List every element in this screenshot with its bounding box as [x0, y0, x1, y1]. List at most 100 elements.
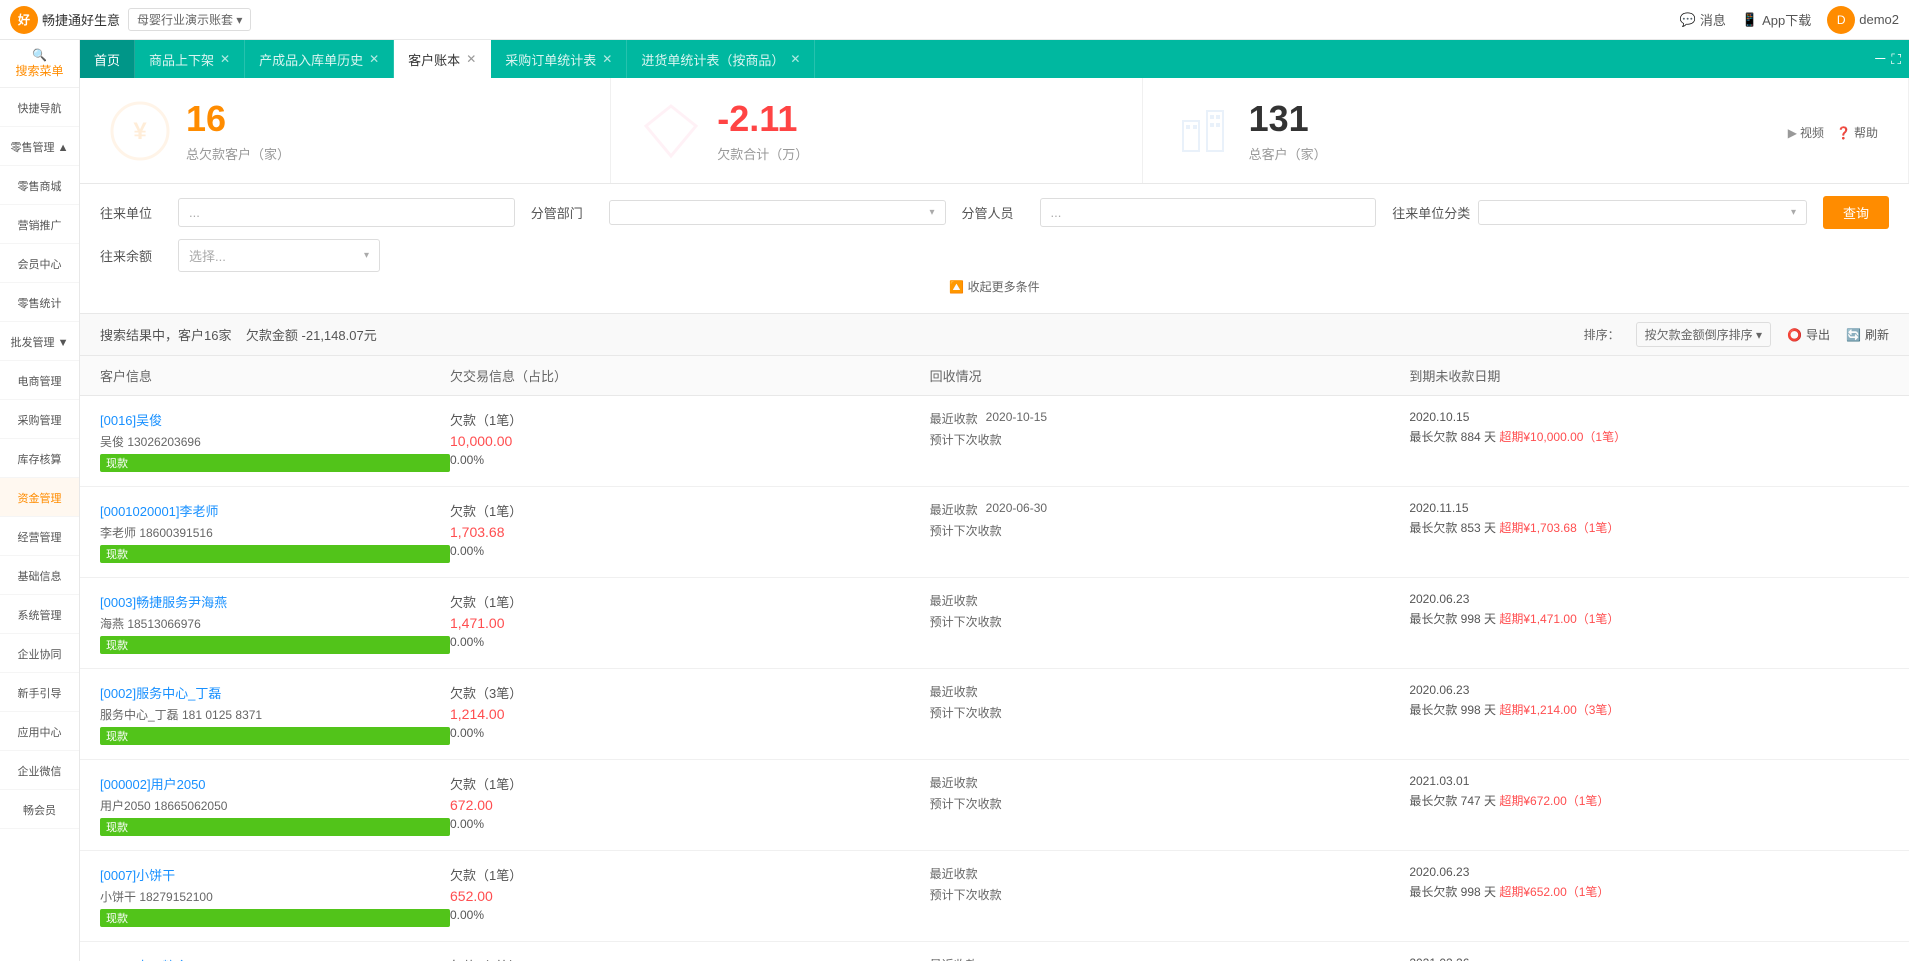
dept-select[interactable]: ▾ [609, 200, 946, 225]
customer-name-0006[interactable]: [0006]去下粮仓 [100, 956, 450, 961]
debt-amount-0003[interactable]: 1,471.00 [450, 615, 930, 631]
stat1-number: 16 [186, 98, 290, 140]
customer-phone-0001020001: 李老师 18600391516 [100, 524, 450, 541]
next-collect-row-0002: 预计下次收款 [930, 704, 1410, 721]
overdue-amount-000002[interactable]: 超期¥672.00（1笔） [1499, 794, 1609, 808]
debt-amount-0001020001[interactable]: 1,703.68 [450, 524, 930, 540]
nav-expand-icon[interactable]: ⛶ [1891, 51, 1901, 68]
ecommerce-label: 电商管理 [4, 373, 75, 389]
tab-purchase-order-stats-close[interactable]: ✕ [602, 52, 612, 66]
sidebar-item-wholesale[interactable]: 批发管理 ▼ [0, 322, 79, 361]
app-center-label: 应用中心 [4, 724, 75, 740]
overdue-amount-0016[interactable]: 超期¥10,000.00（1笔） [1499, 430, 1626, 444]
sidebar-item-corp-wechat[interactable]: 企业微信 [0, 751, 79, 790]
message-btn[interactable]: 💬 消息 [1680, 10, 1726, 29]
filter-source-unit: 往来单位 ... [100, 198, 515, 227]
next-collect-row-000002: 预计下次收款 [930, 795, 1410, 812]
stat3-text: 131 总客户（家） [1249, 98, 1327, 163]
debt-count-0016: 欠款（1笔） [450, 410, 930, 429]
query-button[interactable]: 查询 [1823, 196, 1889, 229]
sidebar-item-system[interactable]: 系统管理 [0, 595, 79, 634]
customer-name-000002[interactable]: [000002]用户2050 [100, 774, 450, 793]
refresh-label: 刷新 [1865, 326, 1889, 343]
sidebar-item-quick-nav[interactable]: 快捷导航 [0, 88, 79, 127]
sidebar-search[interactable]: 🔍 搜索菜单 [0, 40, 79, 88]
sidebar-item-retail-mgmt[interactable]: 零售管理 ▲ [0, 127, 79, 166]
debt-amount-0007[interactable]: 652.00 [450, 888, 930, 904]
dept-label: 分管部门 [531, 203, 601, 222]
sidebar-item-ecommerce[interactable]: 电商管理 [0, 361, 79, 400]
due-overdue-0001020001: 最长欠款 853 天 超期¥1,703.68（1笔） [1409, 519, 1889, 536]
sidebar-item-base-info[interactable]: 基础信息 [0, 556, 79, 595]
overdue-amount-0002[interactable]: 超期¥1,214.00（3笔） [1499, 703, 1619, 717]
overdue-amount-0007[interactable]: 超期¥652.00（1笔） [1499, 885, 1609, 899]
debt-amount-0016[interactable]: 10,000.00 [450, 433, 930, 449]
top-bar: 好 畅捷通好生意 母婴行业演示账套 ▾ 💬 消息 📱 App下载 D demo2 [0, 0, 1909, 40]
table-row: [0006]去下粮仓 陈小希 现款 欠款（1笔） 455.90 0.00% 最近… [80, 942, 1909, 961]
sidebar-item-finance[interactable]: 资金管理 [0, 478, 79, 517]
customer-info-0001020001: [0001020001]李老师 李老师 18600391516 现款 [100, 501, 450, 563]
avatar: D [1827, 6, 1855, 34]
customer-name-0016[interactable]: [0016]吴俊 [100, 410, 450, 429]
customer-name-0007[interactable]: [0007]小饼干 [100, 865, 450, 884]
due-overdue-0007: 最长欠款 998 天 超期¥652.00（1笔） [1409, 883, 1889, 900]
customer-name-0003[interactable]: [0003]畅捷服务尹海燕 [100, 592, 450, 611]
tab-product-listing-close[interactable]: ✕ [220, 52, 230, 66]
refresh-btn[interactable]: 🔄 刷新 [1846, 326, 1889, 343]
sidebar-item-operation[interactable]: 经营管理 [0, 517, 79, 556]
user-avatar-area[interactable]: D demo2 [1827, 6, 1899, 34]
stat1-label: 总欠款客户（家） [186, 144, 290, 163]
store-selector[interactable]: 母婴行业演示账套 ▾ [128, 8, 251, 31]
nav-minus-icon[interactable]: － [1873, 49, 1887, 69]
sidebar-item-marketing[interactable]: 营销推广 [0, 205, 79, 244]
tab-production-history-close[interactable]: ✕ [369, 52, 379, 66]
video-btn[interactable]: ▶ 视频 [1788, 124, 1824, 141]
due-overdue-0003: 最长欠款 998 天 超期¥1,471.00（1笔） [1409, 610, 1889, 627]
debt-amount-000002[interactable]: 672.00 [450, 797, 930, 813]
tab-home[interactable]: 首页 [80, 40, 135, 78]
sidebar-item-retail-mall[interactable]: 零售商城 [0, 166, 79, 205]
app-download-btn[interactable]: 📱 App下载 [1742, 10, 1811, 29]
col-header-debt: 欠交易信息（占比） [450, 366, 930, 385]
sidebar-item-newbie[interactable]: 新手引导 [0, 673, 79, 712]
stats-bar: ¥ 16 总欠款客户（家） -2.11 [80, 78, 1909, 184]
export-btn[interactable]: ⭕ 导出 [1787, 326, 1830, 343]
source-unit-input[interactable]: ... [178, 198, 515, 227]
debt-info-000002: 欠款（1笔） 672.00 0.00% [450, 774, 930, 831]
due-date-0016: 2020.10.15 [1409, 410, 1889, 424]
debt-info-0007: 欠款（1笔） 652.00 0.00% [450, 865, 930, 922]
debt-percent-0002: 0.00% [450, 726, 930, 740]
manager-input[interactable]: ... [1040, 198, 1377, 227]
sidebar-item-retail-stats[interactable]: 零售统计 [0, 283, 79, 322]
balance-select[interactable]: 选择... ▾ [178, 239, 380, 272]
sort-select[interactable]: 按欠款金额倒序排序 ▾ [1636, 322, 1771, 347]
debt-amount-0002[interactable]: 1,214.00 [450, 706, 930, 722]
sidebar-item-corp-collab[interactable]: 企业协同 [0, 634, 79, 673]
tab-production-history[interactable]: 产成品入库单历史 ✕ [245, 40, 394, 78]
help-btn[interactable]: ❓ 帮助 [1836, 124, 1878, 141]
sidebar-item-inventory[interactable]: 库存核算 [0, 439, 79, 478]
collection-info-0006: 最近收款 预计下次收款 [930, 956, 1410, 961]
unit-class-select[interactable]: ▾ [1478, 200, 1807, 225]
tab-customer-ledger-close[interactable]: ✕ [466, 52, 476, 66]
customer-name-0002[interactable]: [0002]服务中心_丁磊 [100, 683, 450, 702]
customer-name-0001020001[interactable]: [0001020001]李老师 [100, 501, 450, 520]
customer-tag-0002: 现款 [100, 727, 450, 745]
tab-customer-ledger[interactable]: 客户账本 ✕ [394, 40, 491, 78]
export-icon: ⭕ [1787, 328, 1802, 342]
source-unit-label: 往来单位 [100, 203, 170, 222]
overdue-amount-0003[interactable]: 超期¥1,471.00（1笔） [1499, 612, 1619, 626]
overdue-amount-0001020001[interactable]: 超期¥1,703.68（1笔） [1499, 521, 1619, 535]
tab-purchase-stats-by-product[interactable]: 进货单统计表（按商品） ✕ [627, 40, 815, 78]
collapse-btn[interactable]: 🔼 收起更多条件 [100, 272, 1889, 301]
debt-info-0003: 欠款（1笔） 1,471.00 0.00% [450, 592, 930, 649]
last-collect-row-0002: 最近收款 [930, 683, 1410, 700]
tab-product-listing[interactable]: 商品上下架 ✕ [135, 40, 245, 78]
sidebar-item-app-center[interactable]: 应用中心 [0, 712, 79, 751]
sidebar-item-purchase[interactable]: 采购管理 [0, 400, 79, 439]
tab-purchase-stats-by-product-close[interactable]: ✕ [790, 52, 800, 66]
stat1-text: 16 总欠款客户（家） [186, 98, 290, 163]
tab-purchase-order-stats[interactable]: 采购订单统计表 ✕ [491, 40, 627, 78]
sidebar-item-member[interactable]: 会员中心 [0, 244, 79, 283]
sidebar-item-chang-member[interactable]: 畅会员 [0, 790, 79, 829]
